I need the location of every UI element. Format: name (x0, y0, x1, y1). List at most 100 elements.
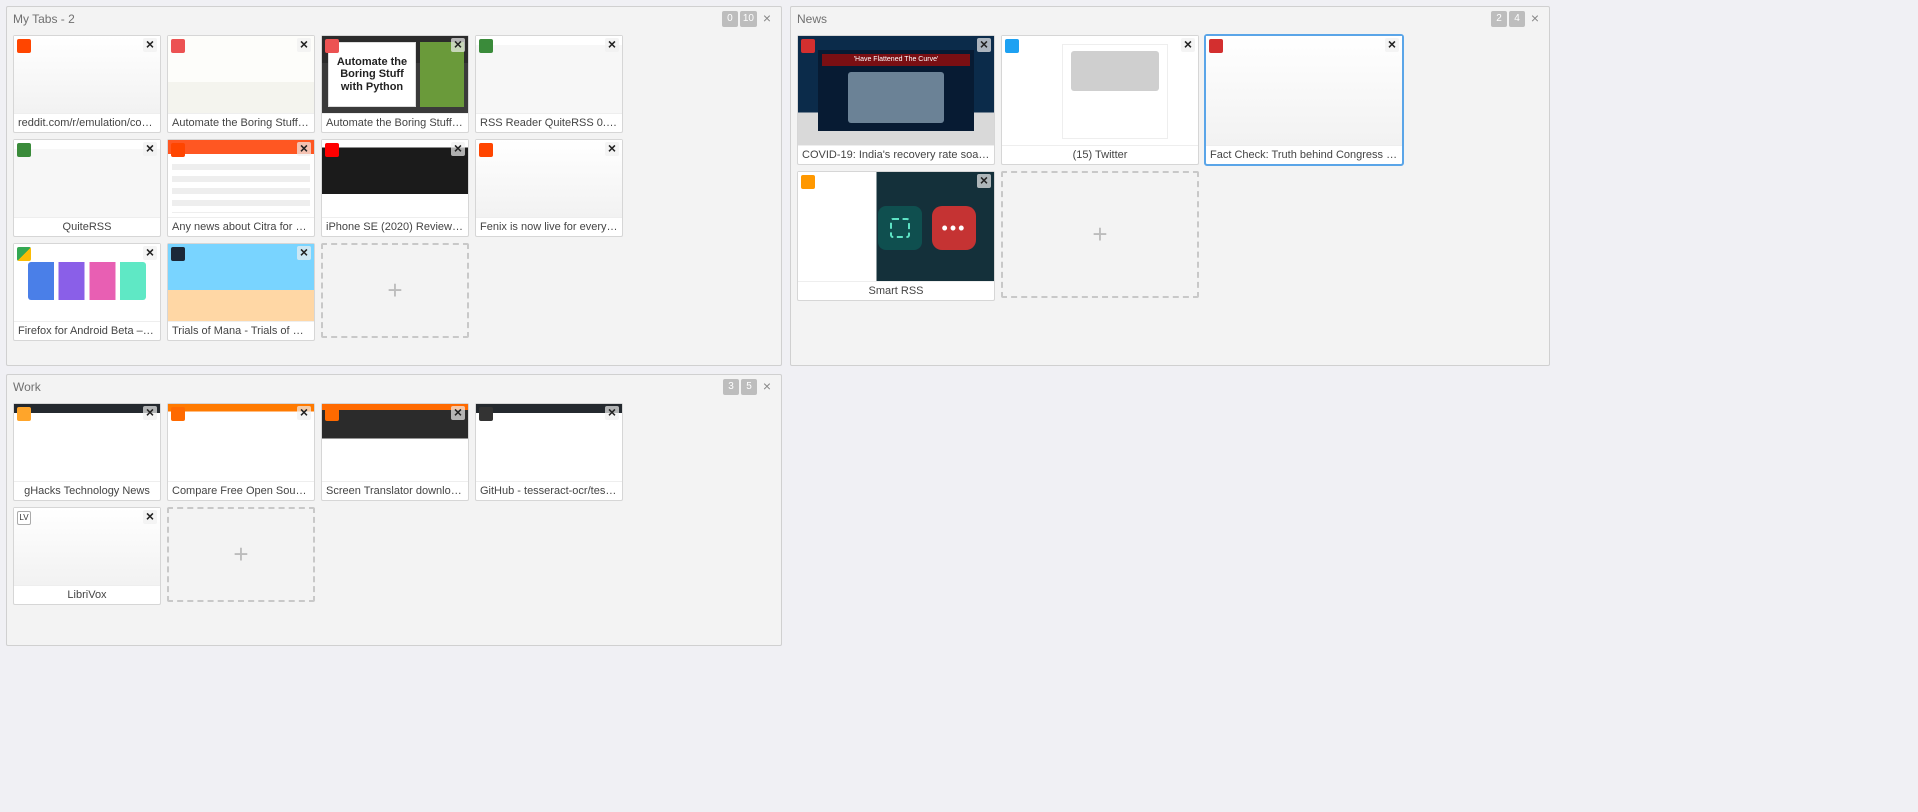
close-icon[interactable]: × (143, 510, 157, 524)
group-header: Work 3 5 × (7, 375, 781, 399)
thumbnail-decor (878, 206, 976, 250)
tab-tile[interactable]: × Fact Check: Truth behind Congress clai… (1205, 35, 1403, 165)
thumbnail-decor: 'Have Flattened The Curve' (818, 50, 974, 131)
close-icon[interactable]: × (143, 38, 157, 52)
tile-thumbnail (168, 140, 314, 218)
tab-tile[interactable]: × (15) Twitter (1001, 35, 1199, 165)
tile-thumbnail (798, 172, 994, 282)
group-header: News 2 4 × (791, 7, 1549, 31)
tab-tile[interactable]: × reddit.com/r/emulation/commen (13, 35, 161, 133)
close-icon[interactable]: × (605, 142, 619, 156)
group-badge[interactable]: 2 (1491, 11, 1507, 27)
tile-label: gHacks Technology News (14, 482, 160, 500)
tile-label: Compare Free Open Source So (168, 482, 314, 500)
tile-thumbnail (322, 140, 468, 218)
tile-thumbnail: Automate the Boring Stuff with Python (322, 36, 468, 114)
close-icon[interactable]: × (605, 38, 619, 52)
tab-tile[interactable]: × Screen Translator download | S (321, 403, 469, 501)
close-icon[interactable]: × (605, 406, 619, 420)
close-icon[interactable]: × (977, 38, 991, 52)
thumbnail-text: Automate the Boring Stuff with Python (328, 42, 416, 107)
tab-tile[interactable]: × RSS Reader QuiteRSS 0.19.4 o (475, 35, 623, 133)
tab-tile[interactable]: × Trials of Mana - Trials of Mana F (167, 243, 315, 341)
favicon-icon (171, 39, 185, 53)
add-tab-button[interactable]: + (1001, 171, 1199, 298)
favicon-icon (1005, 39, 1019, 53)
close-icon[interactable]: × (143, 142, 157, 156)
add-tab-button[interactable]: + (321, 243, 469, 338)
close-icon[interactable]: × (143, 246, 157, 260)
group-badge[interactable]: 5 (741, 379, 757, 395)
tile-label: Firefox for Android Beta – Apps (14, 322, 160, 340)
favicon-icon (1209, 39, 1223, 53)
tab-tile[interactable]: × Fenix is now live for everyone in (475, 139, 623, 237)
favicon-icon (325, 407, 339, 421)
favicon-icon (325, 39, 339, 53)
favicon-icon (479, 39, 493, 53)
group-body: × 'Have Flattened The Curve' COVID-19: I… (791, 31, 1549, 309)
favicon-icon (479, 407, 493, 421)
tab-groups-layout: My Tabs - 2 0 10 × × reddit.com/r/emulat… (6, 6, 1912, 646)
close-icon[interactable]: × (297, 406, 311, 420)
close-icon[interactable]: × (1181, 38, 1195, 52)
tile-label: reddit.com/r/emulation/commen (14, 114, 160, 132)
tile-thumbnail (168, 404, 314, 482)
group-badge[interactable]: 4 (1509, 11, 1525, 27)
close-icon[interactable]: × (977, 174, 991, 188)
favicon-icon (479, 143, 493, 157)
tile-thumbnail (14, 404, 160, 482)
add-tab-button[interactable]: + (167, 507, 315, 602)
group-badge[interactable]: 10 (740, 11, 757, 27)
tile-thumbnail (14, 508, 160, 586)
close-icon[interactable]: × (451, 142, 465, 156)
group-mytabs: My Tabs - 2 0 10 × × reddit.com/r/emulat… (6, 6, 782, 366)
tab-tile[interactable]: × Smart RSS (797, 171, 995, 301)
favicon-icon (171, 247, 185, 261)
tile-thumbnail (1206, 36, 1402, 146)
close-icon[interactable]: × (143, 406, 157, 420)
favicon-icon: LV (17, 511, 31, 525)
group-title[interactable]: My Tabs - 2 (13, 12, 75, 26)
close-icon[interactable]: × (451, 38, 465, 52)
favicon-icon (801, 39, 815, 53)
tile-label: Any news about Citra for android (168, 218, 314, 236)
group-body: × gHacks Technology News × Compare Free … (7, 399, 781, 613)
tab-tile[interactable]: × Firefox for Android Beta – Apps (13, 243, 161, 341)
close-icon[interactable]: × (759, 11, 775, 27)
group-controls: 3 5 × (723, 379, 775, 395)
group-title[interactable]: Work (13, 380, 41, 394)
plus-icon: + (233, 539, 248, 570)
close-icon[interactable]: × (451, 406, 465, 420)
tab-tile[interactable]: × Any news about Citra for android (167, 139, 315, 237)
tile-label: COVID-19: India's recovery rate soars to… (798, 146, 994, 164)
close-icon[interactable]: × (759, 379, 775, 395)
tab-tile[interactable]: × QuiteRSS (13, 139, 161, 237)
close-icon[interactable]: × (1385, 38, 1399, 52)
group-title[interactable]: News (797, 12, 827, 26)
tile-label: LibriVox (14, 586, 160, 604)
group-badge[interactable]: 3 (723, 379, 739, 395)
close-icon[interactable]: × (1527, 11, 1543, 27)
tab-tile[interactable]: LV × LibriVox (13, 507, 161, 605)
tab-tile[interactable]: × iPhone SE (2020) Review: It All (321, 139, 469, 237)
tab-tile[interactable]: × GitHub - tesseract-ocr/tesserac (475, 403, 623, 501)
close-icon[interactable]: × (297, 246, 311, 260)
favicon-icon (171, 143, 185, 157)
tile-thumbnail (14, 140, 160, 218)
tile-label: (15) Twitter (1002, 146, 1198, 164)
tile-thumbnail: 'Have Flattened The Curve' (798, 36, 994, 146)
tab-tile[interactable]: × Automate the Boring Stuff with Python … (321, 35, 469, 133)
tab-tile[interactable]: × gHacks Technology News (13, 403, 161, 501)
close-icon[interactable]: × (297, 38, 311, 52)
group-body: × reddit.com/r/emulation/commen × Automa… (7, 31, 781, 349)
tab-tile[interactable]: × Automate the Boring Stuff with P (167, 35, 315, 133)
tab-tile[interactable]: × Compare Free Open Source So (167, 403, 315, 501)
tile-label: Fenix is now live for everyone in (476, 218, 622, 236)
tile-thumbnail (322, 404, 468, 482)
thumbnail-decor (1062, 44, 1168, 139)
group-badge[interactable]: 0 (722, 11, 738, 27)
tile-label: Screen Translator download | S (322, 482, 468, 500)
tab-tile[interactable]: × 'Have Flattened The Curve' COVID-19: I… (797, 35, 995, 165)
tile-label: Automate the Boring Stuff with P (168, 114, 314, 132)
close-icon[interactable]: × (297, 142, 311, 156)
